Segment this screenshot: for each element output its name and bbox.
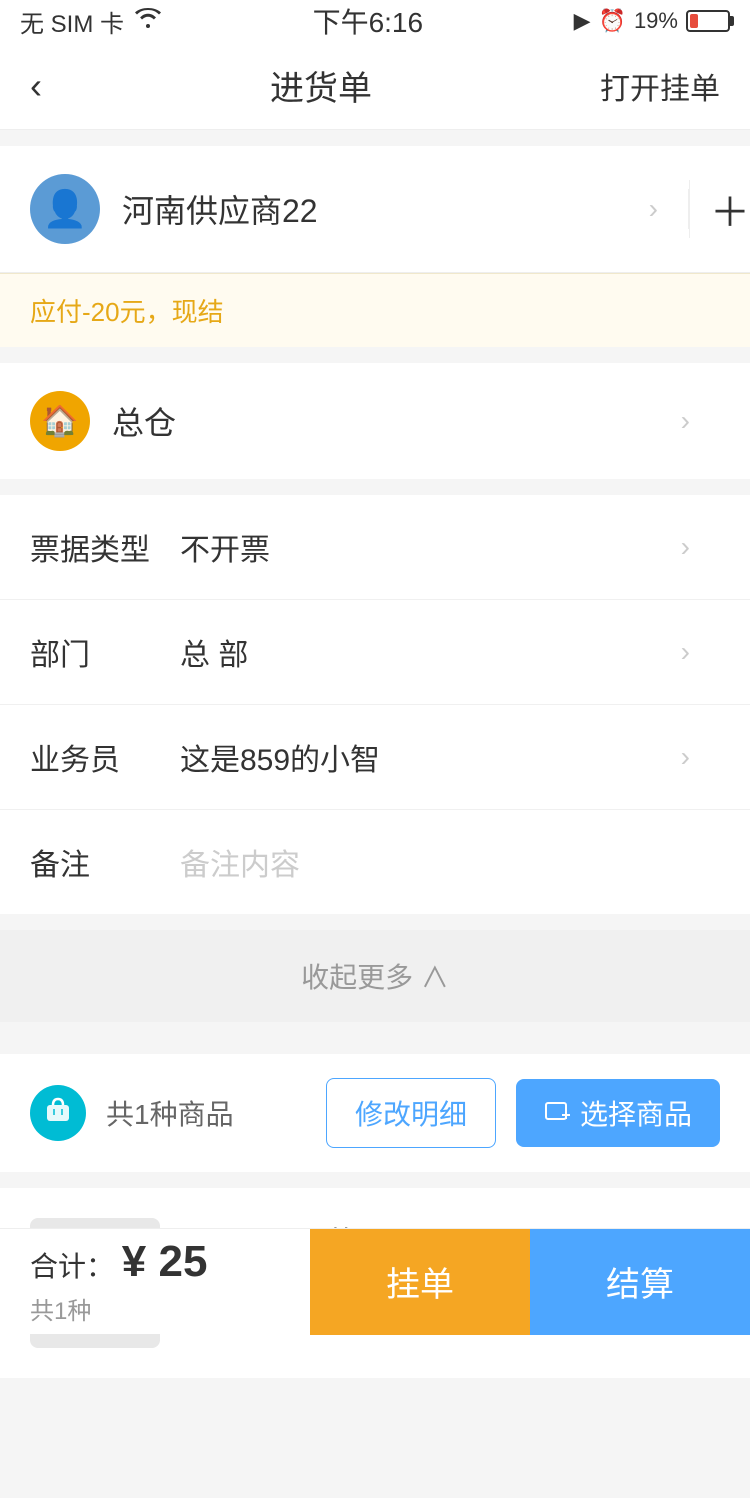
salesman-value: 这是859的小智: [170, 735, 681, 779]
supplier-avatar: 👤: [30, 174, 100, 244]
battery-percent: 19%: [634, 8, 678, 34]
notice-bar: 应付-20元，现结: [0, 273, 750, 347]
chevron-right-icon: ›: [649, 193, 658, 225]
open-hang-button[interactable]: 打开挂单: [600, 64, 720, 108]
warehouse-name: 总仓: [112, 398, 681, 444]
remark-placeholder: 备注内容: [170, 840, 720, 884]
department-row[interactable]: 部门 总 部 ›: [0, 600, 750, 705]
remark-label: 备注: [30, 840, 170, 884]
product-header: 共1种商品 修改明细 选择商品: [0, 1054, 750, 1172]
back-button[interactable]: ‹: [30, 65, 42, 107]
warehouse-row[interactable]: 🏠 总仓 ›: [0, 363, 750, 479]
status-bar: 无 SIM 卡 下午6:16 ▶ ⏰ 19%: [0, 0, 750, 42]
supplier-section: 👤 河南供应商22 › ＋ 应付-20元，现结: [0, 146, 750, 347]
alarm-icon: ⏰: [599, 8, 626, 34]
collapse-button[interactable]: 收起更多 ∧: [0, 930, 750, 1022]
divider-1: [0, 130, 750, 146]
department-label: 部门: [30, 630, 170, 674]
nav-bar: ‹ 进货单 打开挂单: [0, 42, 750, 130]
footer: 合计： ¥ 25 共1种 挂单 结算: [0, 1228, 750, 1334]
footer-total: 合计： ¥ 25 共1种: [0, 1237, 310, 1326]
salesman-label: 业务员: [30, 735, 170, 779]
remark-row[interactable]: 备注 备注内容: [0, 810, 750, 914]
status-right: ▶ ⏰ 19%: [574, 8, 730, 34]
divider-2: [0, 1022, 750, 1038]
settle-button[interactable]: 结算: [530, 1229, 750, 1335]
battery-icon: [686, 10, 730, 32]
footer-spacer: [0, 1378, 750, 1498]
warehouse-section: 🏠 总仓 ›: [0, 363, 750, 479]
invoice-type-value: 不开票: [170, 525, 681, 569]
status-time: 下午6:16: [313, 1, 424, 41]
chevron-right-icon: ›: [681, 531, 690, 563]
invoice-type-row[interactable]: 票据类型 不开票 ›: [0, 495, 750, 600]
invoice-type-label: 票据类型: [30, 525, 170, 569]
form-section: 票据类型 不开票 › 部门 总 部 › 业务员 这是859的小智 › 备注 备注…: [0, 495, 750, 914]
status-left: 无 SIM 卡: [20, 4, 162, 39]
footer-count: 共1种: [30, 1291, 280, 1326]
hang-button[interactable]: 挂单: [310, 1229, 530, 1335]
select-product-label: 选择商品: [580, 1093, 692, 1133]
select-product-button[interactable]: 选择商品: [516, 1079, 720, 1147]
supplier-row[interactable]: 👤 河南供应商22 ›: [0, 146, 688, 272]
total-amount: ¥ 25: [122, 1237, 208, 1286]
page-title: 进货单: [270, 61, 372, 110]
wifi-icon: [134, 7, 162, 35]
edit-detail-button[interactable]: 修改明细: [326, 1078, 496, 1148]
supplier-name: 河南供应商22: [122, 186, 649, 232]
add-supplier-button[interactable]: ＋: [689, 180, 750, 238]
chevron-right-icon: ›: [681, 405, 690, 437]
chevron-right-icon: ›: [681, 741, 690, 773]
salesman-row[interactable]: 业务员 这是859的小智 ›: [0, 705, 750, 810]
carrier-text: 无 SIM 卡: [20, 4, 124, 39]
product-count-label: 共1种商品: [106, 1093, 306, 1133]
total-label: 合计：: [30, 1251, 114, 1282]
footer-total-line: 合计： ¥ 25: [30, 1237, 280, 1287]
chevron-right-icon: ›: [681, 636, 690, 668]
home-icon: 🏠: [41, 404, 78, 439]
location-icon: ▶: [574, 8, 591, 34]
person-icon: 👤: [43, 188, 88, 230]
department-value: 总 部: [170, 630, 681, 674]
bag-icon: [43, 1095, 73, 1132]
product-icon: [30, 1085, 86, 1141]
warehouse-icon: 🏠: [30, 391, 90, 451]
